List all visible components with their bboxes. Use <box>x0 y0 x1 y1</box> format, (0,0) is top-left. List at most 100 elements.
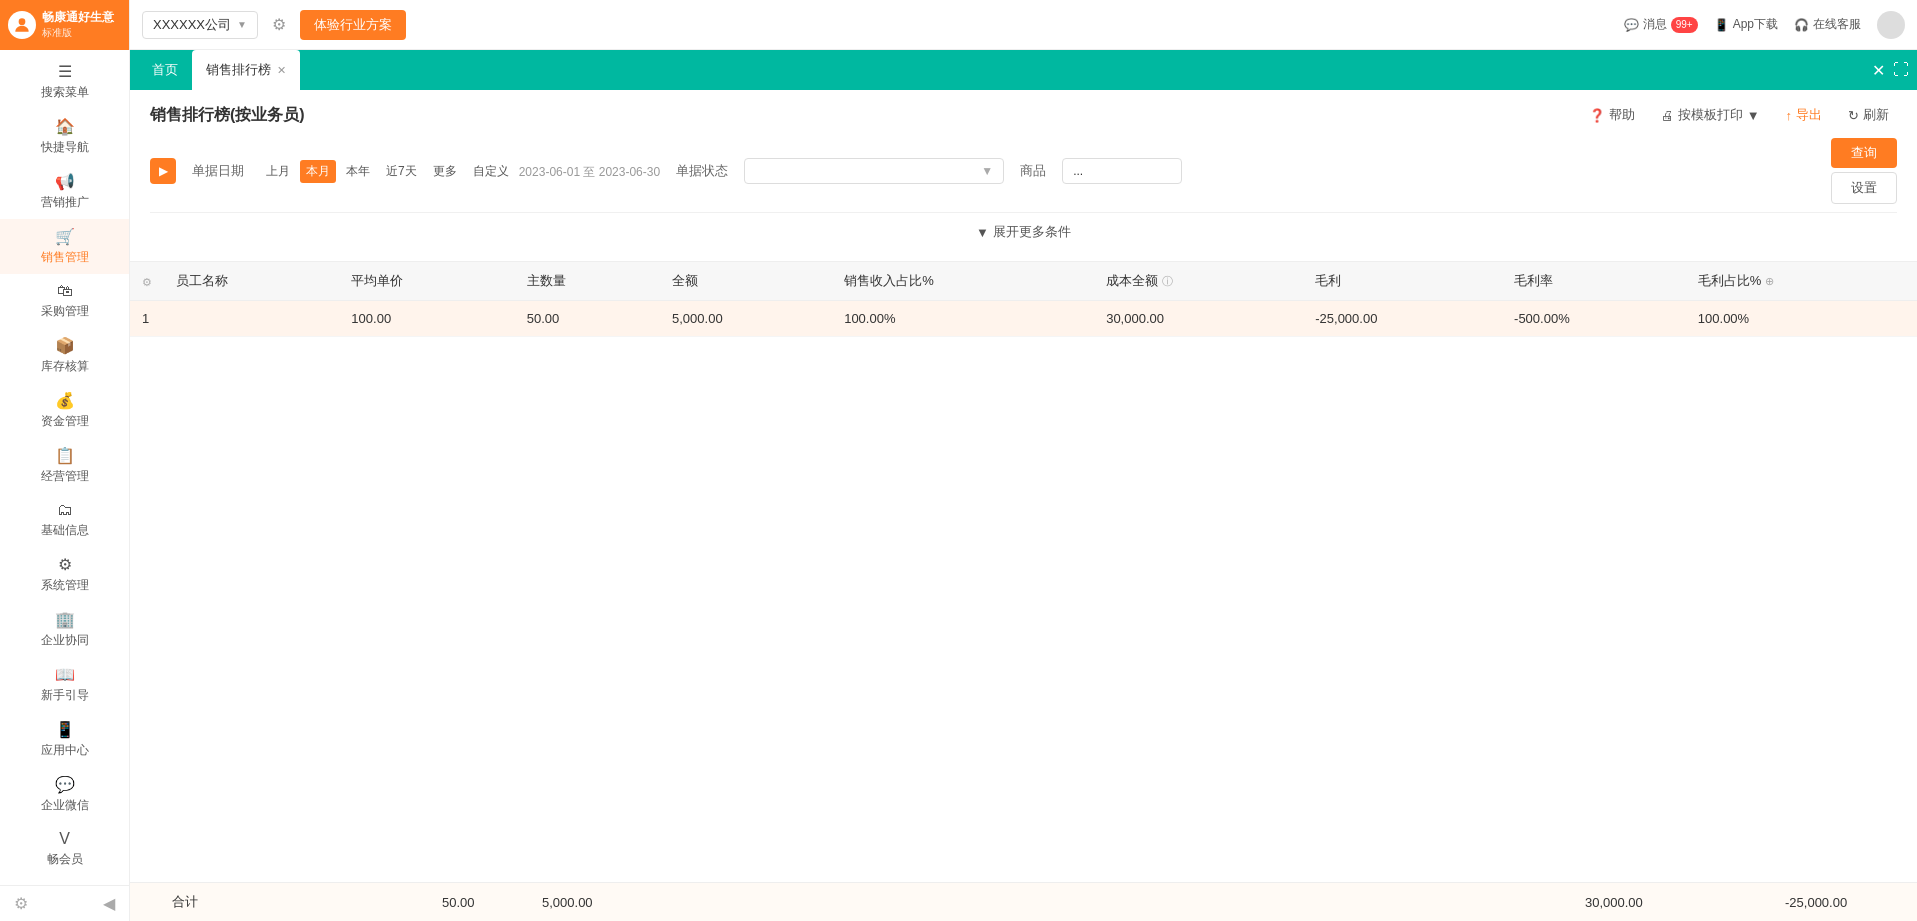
table-footer: 合计 50.00 5,000.00 30,000.00 -25,000.00 <box>130 882 1917 921</box>
sidebar-item-search[interactable]: ☰ 搜索菜单 <box>0 54 129 109</box>
trial-button[interactable]: 体验行业方案 <box>300 10 406 40</box>
sidebar-item-label: 搜索菜单 <box>41 84 89 101</box>
print-button[interactable]: 🖨 按模板打印 ▼ <box>1653 102 1768 128</box>
table-row: 1 100.00 50.00 5,000.00 100.00% 30,000.0… <box>130 301 1917 337</box>
sidebar-item-inventory[interactable]: 📦 库存核算 <box>0 328 129 383</box>
tab-sales-ranking[interactable]: 销售排行榜 ✕ <box>192 50 300 90</box>
tabbar-actions: ✕ ⛶ <box>1872 61 1909 80</box>
page-title: 销售排行榜(按业务员) <box>150 105 305 126</box>
filter-toggle-btn[interactable]: ▶ <box>150 158 176 184</box>
export-button[interactable]: ↑ 导出 <box>1778 102 1831 128</box>
main-area: XXXXXX公司 ▼ ⚙ 体验行业方案 💬 消息 99+ 📱 App下载 🎧 在… <box>130 0 1917 921</box>
data-table: ⚙ 员工名称 平均单价 主数量 全额 销售收入占比% 成本全额 ⓘ 毛利 毛利率 <box>130 262 1917 337</box>
sidebar-item-enterprise[interactable]: 🏢 企业协同 <box>0 602 129 657</box>
app-download-icon: 📱 <box>1714 18 1729 32</box>
company-selector[interactable]: XXXXXX公司 ▼ <box>142 11 258 39</box>
chevron-down-icon: ▼ <box>237 19 247 30</box>
cell-avg-price: 100.00 <box>339 301 514 337</box>
sidebar-item-label: 畅会员 <box>47 851 83 868</box>
user-avatar[interactable] <box>1877 11 1905 39</box>
footer-gross: -25,000.00 <box>1785 895 1905 910</box>
sidebar-item-system[interactable]: ⚙ 系统管理 <box>0 547 129 602</box>
refresh-button[interactable]: ↻ 刷新 <box>1840 102 1897 128</box>
refresh-icon: ↻ <box>1848 108 1859 123</box>
page-actions: ❓ 帮助 🖨 按模板打印 ▼ ↑ 导出 ↻ 刷新 <box>1581 102 1897 128</box>
window-maximize-button[interactable]: ⛶ <box>1893 61 1909 80</box>
date-btn-7days[interactable]: 近7天 <box>380 160 423 183</box>
date-btn-this-year[interactable]: 本年 <box>340 160 376 183</box>
sidebar-item-marketing[interactable]: 📢 营销推广 <box>0 164 129 219</box>
column-settings-icon[interactable]: ⚙ <box>142 276 152 288</box>
wechat-icon: 💬 <box>55 775 75 794</box>
logo-icon <box>8 11 36 39</box>
sidebar-item-label: 企业协同 <box>41 632 89 649</box>
sidebar-item-finance[interactable]: 💰 资金管理 <box>0 383 129 438</box>
tabbar: 首页 销售排行榜 ✕ ✕ ⛶ <box>130 50 1917 90</box>
app-logo: 畅康通好生意 标准版 <box>0 0 129 50</box>
date-range-display: 2023-06-01 至 2023-06-30 <box>519 164 660 181</box>
app-download-label: App下载 <box>1733 16 1778 33</box>
cell-amount: 5,000.00 <box>660 301 832 337</box>
date-filter: 上月 本月 本年 近7天 更多 自定义 2023-06-01 至 2023-06… <box>260 160 660 183</box>
gross-pct-icon: ⊕ <box>1765 275 1774 287</box>
sidebar-nav: ☰ 搜索菜单 🏠 快捷导航 📢 营销推广 🛒 销售管理 🛍 采购管理 📦 库存核… <box>0 50 129 885</box>
status-select[interactable]: ▼ <box>744 158 1004 184</box>
message-btn[interactable]: 💬 消息 99+ <box>1624 16 1698 33</box>
goods-select[interactable]: ... <box>1062 158 1182 184</box>
online-service-btn[interactable]: 🎧 在线客服 <box>1794 16 1861 33</box>
footer-amount: 5,000.00 <box>542 895 662 910</box>
tab-home[interactable]: 首页 <box>138 50 192 90</box>
sidebar-item-member[interactable]: V 畅会员 <box>0 822 129 876</box>
table-body: 1 100.00 50.00 5,000.00 100.00% 30,000.0… <box>130 301 1917 337</box>
status-label: 单据状态 <box>676 162 728 180</box>
sidebar-item-purchase[interactable]: 🛍 采购管理 <box>0 274 129 328</box>
enterprise-icon: 🏢 <box>55 610 75 629</box>
expand-button[interactable]: ▼ 展开更多条件 <box>964 217 1083 247</box>
finance-icon: 💰 <box>55 391 75 410</box>
footer-cost: 30,000.00 <box>1585 895 1745 910</box>
collapse-icon[interactable]: ◀ <box>103 894 115 913</box>
app-download-btn[interactable]: 📱 App下载 <box>1714 16 1778 33</box>
member-icon: V <box>59 830 70 848</box>
query-button[interactable]: 查询 <box>1831 138 1897 168</box>
date-btn-prev-month[interactable]: 上月 <box>260 160 296 183</box>
status-chevron-icon: ▼ <box>981 164 993 178</box>
help-button[interactable]: ❓ 帮助 <box>1581 102 1643 128</box>
cell-gross-rate: -500.00% <box>1502 301 1686 337</box>
app-version: 标准版 <box>42 26 114 40</box>
expand-row: ▼ 展开更多条件 <box>150 212 1897 251</box>
sidebar-item-label: 新手引导 <box>41 687 89 704</box>
sidebar-item-appcenter[interactable]: 📱 应用中心 <box>0 712 129 767</box>
filter-actions-right: 查询 设置 <box>1831 138 1897 204</box>
purchase-icon: 🛍 <box>57 282 73 300</box>
sidebar-item-shortcut[interactable]: 🏠 快捷导航 <box>0 109 129 164</box>
home-icon: 🏠 <box>55 117 75 136</box>
page-header: 销售排行榜(按业务员) ❓ 帮助 🖨 按模板打印 ▼ ↑ 导出 ↻ 刷新 <box>130 90 1917 128</box>
th-gross: 毛利 <box>1303 262 1502 301</box>
sidebar-item-operation[interactable]: 📋 经营管理 <box>0 438 129 493</box>
topbar: XXXXXX公司 ▼ ⚙ 体验行业方案 💬 消息 99+ 📱 App下载 🎧 在… <box>130 0 1917 50</box>
tab-close-icon[interactable]: ✕ <box>277 64 286 77</box>
export-icon: ↑ <box>1786 108 1793 123</box>
settings-button[interactable]: 设置 <box>1831 172 1897 204</box>
goods-label: 商品 <box>1020 162 1046 180</box>
sidebar-item-label: 采购管理 <box>41 303 89 320</box>
th-gross-rate: 毛利率 <box>1502 262 1686 301</box>
sidebar-item-basic[interactable]: 🗂 基础信息 <box>0 493 129 547</box>
th-settings: ⚙ <box>130 262 164 301</box>
settings-icon[interactable]: ⚙ <box>14 894 28 913</box>
date-btn-this-month[interactable]: 本月 <box>300 160 336 183</box>
sidebar-item-guide[interactable]: 📖 新手引导 <box>0 657 129 712</box>
date-btn-custom[interactable]: 自定义 <box>467 160 515 183</box>
sidebar-item-sales[interactable]: 🛒 销售管理 <box>0 219 129 274</box>
footer-row: 合计 50.00 5,000.00 30,000.00 -25,000.00 <box>142 893 1905 911</box>
expand-label: 展开更多条件 <box>993 223 1071 241</box>
message-label: 消息 <box>1643 16 1667 33</box>
sidebar-item-wechat[interactable]: 💬 企业微信 <box>0 767 129 822</box>
guide-icon: 📖 <box>55 665 75 684</box>
window-close-button[interactable]: ✕ <box>1872 61 1885 80</box>
date-btn-more[interactable]: 更多 <box>427 160 463 183</box>
topbar-settings-icon[interactable]: ⚙ <box>268 11 290 38</box>
cell-cost: 30,000.00 <box>1094 301 1303 337</box>
sidebar-item-label: 库存核算 <box>41 358 89 375</box>
